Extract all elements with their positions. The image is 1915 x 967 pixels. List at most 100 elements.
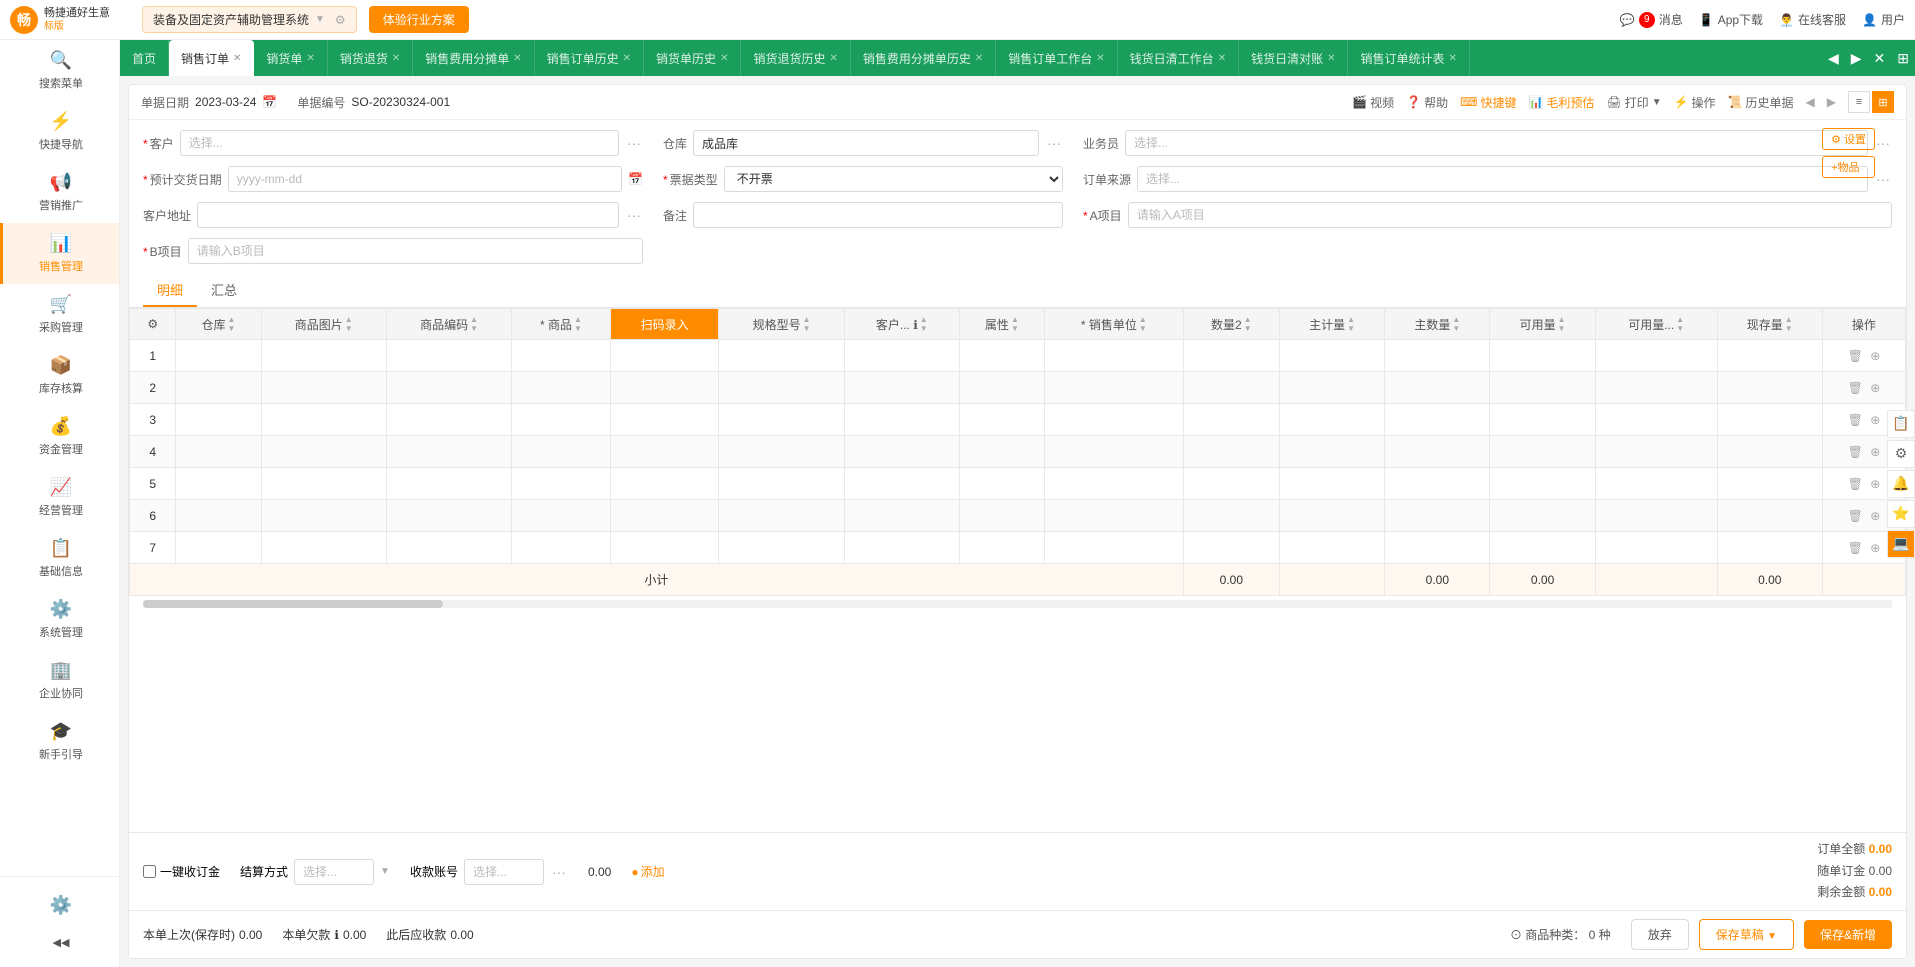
cell-qty2[interactable] (1183, 436, 1279, 468)
cell-attrs[interactable] (959, 532, 1044, 564)
th-current[interactable]: 现存量▲▼ (1717, 309, 1822, 340)
cell-product-code[interactable] (386, 532, 511, 564)
cell-scan[interactable] (610, 372, 719, 404)
cell-available[interactable] (1490, 468, 1595, 500)
sidebar-item-inventory[interactable]: 📦 库存核算 (0, 345, 119, 406)
cell-product[interactable] (512, 500, 611, 532)
help-action[interactable]: ❓ 帮助 (1406, 94, 1448, 111)
cell-scan[interactable] (610, 340, 719, 372)
delete-icon[interactable]: 🗑 (1848, 477, 1863, 491)
cell-available2[interactable] (1595, 436, 1717, 468)
warehouse-input[interactable] (693, 130, 1039, 156)
tab-close-all[interactable]: ✕ (1868, 50, 1892, 67)
cell-actions[interactable]: 🗑 ⊕ (1822, 340, 1905, 372)
copy-icon[interactable]: ⊕ (1870, 413, 1880, 427)
cell-unit[interactable] (1044, 372, 1183, 404)
cell-product-code[interactable] (386, 468, 511, 500)
sidebar-item-guide[interactable]: 🎓 新手引导 (0, 711, 119, 772)
warehouse-more-btn[interactable]: ··· (1045, 135, 1063, 151)
discard-btn[interactable]: 放弃 (1631, 919, 1689, 950)
nav-tab-10[interactable]: 钱货日清工作台 ✕ (1118, 40, 1239, 76)
tab-close-2[interactable]: ✕ (306, 53, 314, 64)
tab-close-5[interactable]: ✕ (623, 53, 631, 64)
cell-warehouse[interactable] (176, 372, 261, 404)
next-record[interactable]: ▶ (1827, 95, 1836, 109)
copy-icon[interactable]: ⊕ (1870, 477, 1880, 491)
cell-warehouse[interactable] (176, 532, 261, 564)
settings-btn[interactable]: ⚙ 设置 (1822, 128, 1875, 150)
sidebar-item-enterprise[interactable]: 🏢 企业协同 (0, 650, 119, 711)
copy-icon[interactable]: ⊕ (1870, 541, 1880, 555)
save-new-btn[interactable]: 保存&新增 (1804, 920, 1892, 949)
cell-qty2[interactable] (1183, 372, 1279, 404)
sidebar-item-sales[interactable]: 📊 销售管理 (0, 223, 119, 284)
cell-spec[interactable] (719, 532, 844, 564)
cell-customer-code[interactable] (844, 404, 959, 436)
cell-qty2[interactable] (1183, 468, 1279, 500)
delete-icon[interactable]: 🗑 (1848, 381, 1863, 395)
cell-product[interactable] (512, 372, 611, 404)
cell-scan[interactable] (610, 532, 719, 564)
th-product-code[interactable]: 商品编码▲▼ (386, 309, 511, 340)
th-main-qty[interactable]: 主数量▲▼ (1385, 309, 1490, 340)
th-customer-code[interactable]: 客户... ℹ▲▼ (844, 309, 959, 340)
cell-unit[interactable] (1044, 500, 1183, 532)
cell-customer-code[interactable] (844, 500, 959, 532)
save-draft-dropdown[interactable]: ▼ (1767, 931, 1777, 942)
cell-scan[interactable] (610, 500, 719, 532)
nav-tab-1[interactable]: 销售订单 ✕ (169, 40, 254, 76)
cell-product[interactable] (512, 468, 611, 500)
nav-tab-9[interactable]: 销售订单工作台 ✕ (996, 40, 1117, 76)
cell-attrs[interactable] (959, 436, 1044, 468)
cell-available2[interactable] (1595, 372, 1717, 404)
cell-customer-code[interactable] (844, 468, 959, 500)
cell-product-code[interactable] (386, 340, 511, 372)
cell-product[interactable] (512, 404, 611, 436)
system-title[interactable]: 装备及固定资产辅助管理系统 ▼ ⚙ (142, 6, 357, 33)
cell-current[interactable] (1717, 340, 1822, 372)
date-calendar-icon[interactable]: 📅 (262, 95, 277, 109)
th-product[interactable]: * 商品▲▼ (512, 309, 611, 340)
th-unit[interactable]: * 销售单位▲▼ (1044, 309, 1183, 340)
cell-main-unit[interactable] (1279, 468, 1384, 500)
sidebar-item-settings[interactable]: ⚙️ (8, 885, 111, 926)
th-spec[interactable]: 规格型号▲▼ (719, 309, 844, 340)
nav-tab-2[interactable]: 销货单 ✕ (254, 40, 327, 76)
right-tool-2[interactable]: ⚙ (1887, 440, 1915, 468)
copy-icon[interactable]: ⊕ (1870, 381, 1880, 395)
cell-customer-code[interactable] (844, 372, 959, 404)
cell-available[interactable] (1490, 340, 1595, 372)
tab-close-11[interactable]: ✕ (1327, 53, 1335, 64)
cell-main-unit[interactable] (1279, 404, 1384, 436)
copy-icon[interactable]: ⊕ (1870, 445, 1880, 459)
print-action[interactable]: 🖨 打印 ▼ (1606, 94, 1661, 111)
user-menu[interactable]: 👤 用户 (1862, 11, 1905, 28)
tab-detail[interactable]: 明细 (143, 274, 197, 307)
cell-unit[interactable] (1044, 532, 1183, 564)
nav-tab-3[interactable]: 销货退货 ✕ (328, 40, 413, 76)
cell-available2[interactable] (1595, 500, 1717, 532)
cell-qty2[interactable] (1183, 340, 1279, 372)
cell-qty2[interactable] (1183, 404, 1279, 436)
cell-warehouse[interactable] (176, 404, 261, 436)
cell-current[interactable] (1717, 404, 1822, 436)
cell-main-unit[interactable] (1279, 500, 1384, 532)
cell-image[interactable] (261, 468, 386, 500)
shortcut-action[interactable]: ⌨ 快捷键 (1460, 94, 1516, 111)
add-product-btn[interactable]: +物品 (1822, 156, 1875, 178)
cell-current[interactable] (1717, 500, 1822, 532)
cell-spec[interactable] (719, 436, 844, 468)
cell-main-unit[interactable] (1279, 436, 1384, 468)
nav-tab-5[interactable]: 销售订单历史 ✕ (535, 40, 644, 76)
cell-available2[interactable] (1595, 404, 1717, 436)
add-payment-btn[interactable]: ● 添加 (631, 863, 664, 880)
invoice-type-select[interactable]: 不开票 (724, 166, 1063, 192)
cell-spec[interactable] (719, 340, 844, 372)
view-action[interactable]: 🎬 视频 (1352, 94, 1394, 111)
tab-next-arrow[interactable]: ▶ (1845, 50, 1868, 67)
delivery-calendar-icon[interactable]: 📅 (628, 172, 643, 186)
nav-tab-11[interactable]: 钱货日清对账 ✕ (1239, 40, 1348, 76)
cell-product-code[interactable] (386, 500, 511, 532)
app-download-btn[interactable]: 📱 App下载 (1699, 11, 1763, 28)
tab-close-3[interactable]: ✕ (392, 53, 400, 64)
